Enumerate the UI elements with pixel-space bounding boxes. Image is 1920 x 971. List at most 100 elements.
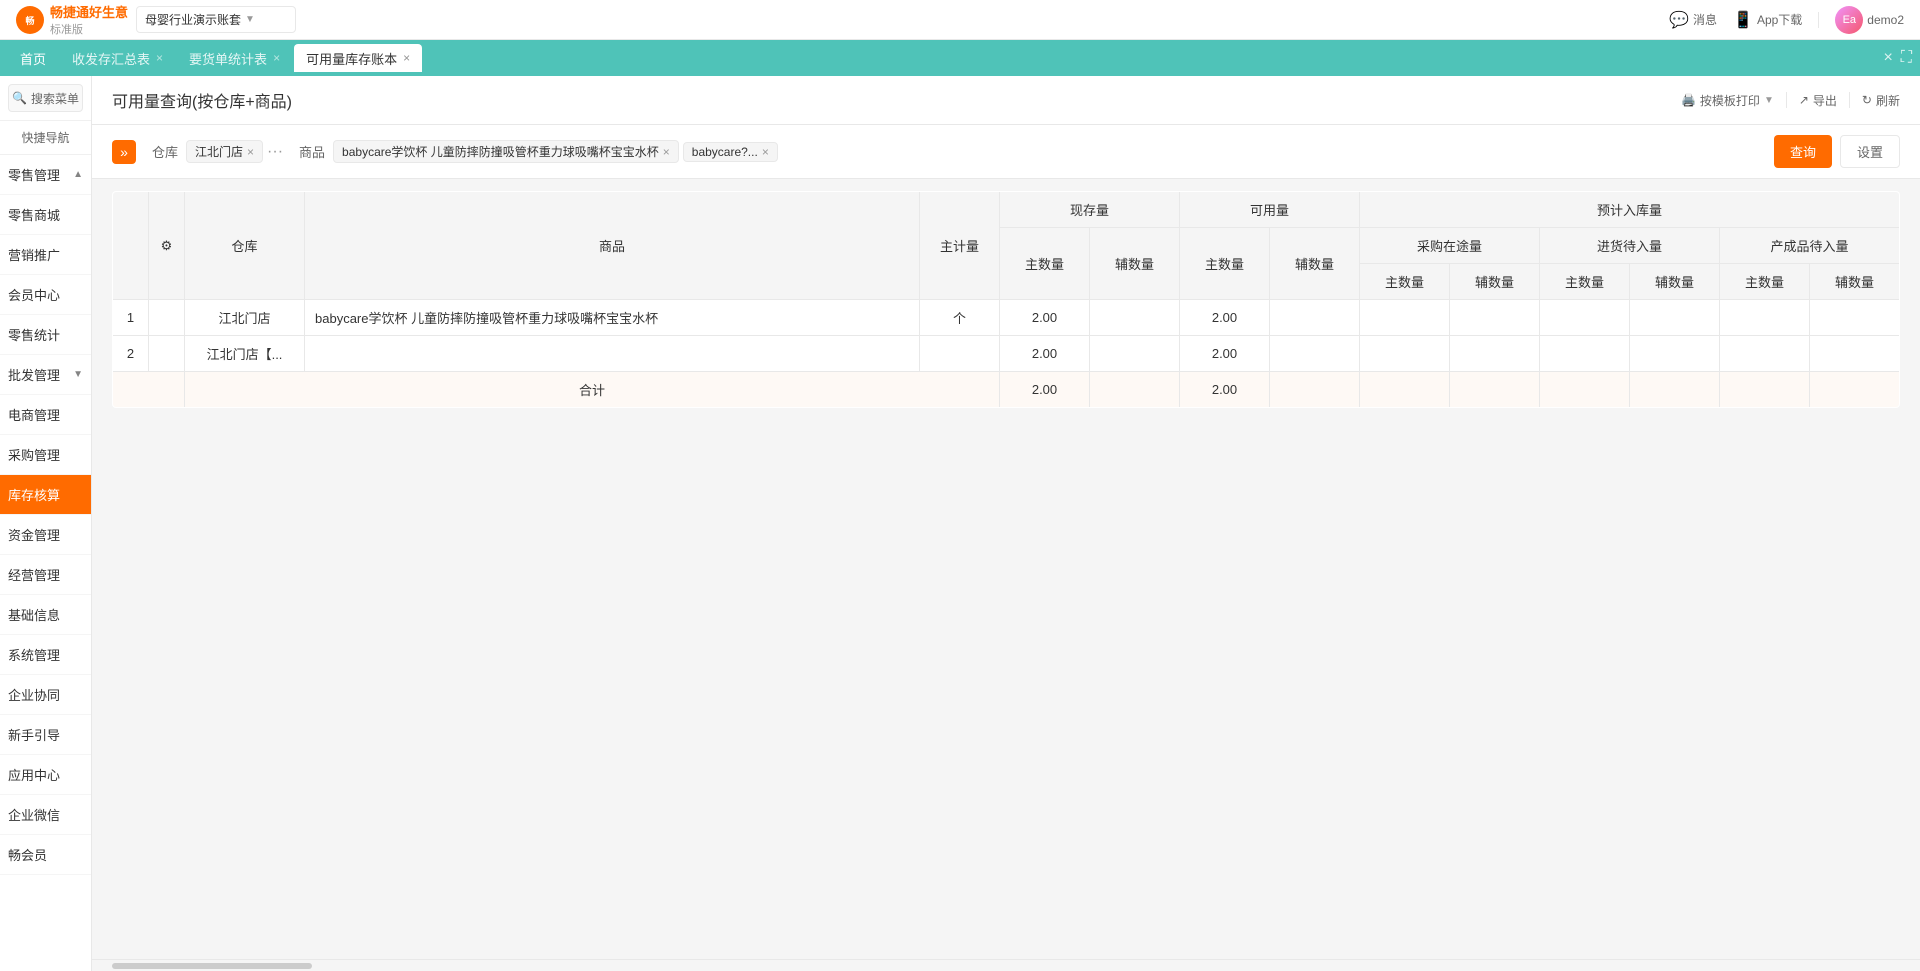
sidebar-item-finance[interactable]: 资金管理 bbox=[0, 515, 91, 555]
cell-cur-aux-2 bbox=[1090, 336, 1180, 372]
sidebar-item-retail-mall[interactable]: 零售商城 bbox=[0, 195, 91, 235]
app-icon: 📱 bbox=[1733, 10, 1753, 30]
tab-available-label: 可用量库存账本 bbox=[306, 49, 397, 68]
sidebar-item-inventory[interactable]: 库存核算 bbox=[0, 475, 91, 515]
sidebar-item-retail-stats[interactable]: 零售统计 bbox=[0, 315, 91, 355]
warehouse-tag-close[interactable]: × bbox=[247, 145, 254, 159]
user-area[interactable]: Ea demo2 bbox=[1835, 6, 1904, 34]
export-label: 导出 bbox=[1813, 92, 1837, 109]
total-avail-main: 2.00 bbox=[1180, 372, 1270, 408]
sidebar-item-app-center[interactable]: 应用中心 bbox=[0, 755, 91, 795]
sidebar-item-member[interactable]: 会员中心 bbox=[0, 275, 91, 315]
cell-warehouse-2: 江北门店【... bbox=[185, 336, 305, 372]
sidebar-item-marketing[interactable]: 营销推广 bbox=[0, 235, 91, 275]
product-tag2[interactable]: babycare?... × bbox=[683, 142, 778, 162]
th-current-stock: 现存量 bbox=[1000, 192, 1180, 228]
close-all-btn[interactable]: × bbox=[1883, 49, 1892, 67]
export-btn[interactable]: ↗ 导出 bbox=[1799, 92, 1837, 109]
user-name: demo2 bbox=[1867, 13, 1904, 27]
th-pt-aux: 辅数量 bbox=[1450, 264, 1540, 300]
sidebar-item-vip[interactable]: 畅会员 bbox=[0, 835, 91, 875]
message-icon: 💬 bbox=[1669, 10, 1689, 30]
sidebar-label-vip: 畅会员 bbox=[8, 845, 47, 864]
th-production-pending: 产成品待入量 bbox=[1720, 228, 1900, 264]
quick-nav-btn[interactable]: 快捷导航 bbox=[0, 121, 91, 155]
sidebar-item-wholesale[interactable]: 批发管理 ▼ bbox=[0, 355, 91, 395]
cell-pp-aux-2 bbox=[1630, 336, 1720, 372]
total-pt-aux bbox=[1450, 372, 1540, 408]
cell-avail-main-2: 2.00 bbox=[1180, 336, 1270, 372]
filter-toggle-btn[interactable]: » bbox=[112, 140, 136, 164]
sidebar-item-purchase[interactable]: 采购管理 bbox=[0, 435, 91, 475]
filter-buttons: 查询 设置 bbox=[1774, 135, 1900, 168]
tab-receipt[interactable]: 收发存汇总表 × bbox=[60, 44, 175, 72]
tab-home[interactable]: 首页 bbox=[8, 44, 58, 72]
query-btn[interactable]: 查询 bbox=[1774, 135, 1832, 168]
product-tag1-close[interactable]: × bbox=[663, 145, 670, 159]
arrow-icon-wholesale: ▼ bbox=[73, 369, 83, 380]
refresh-label: 刷新 bbox=[1876, 92, 1900, 109]
th-prod-aux: 辅数量 bbox=[1810, 264, 1900, 300]
sidebar-label-enterprise: 企业协同 bbox=[8, 685, 60, 704]
print-label: 按模板打印 bbox=[1700, 92, 1760, 109]
sidebar-item-enterprise-wechat[interactable]: 企业微信 bbox=[0, 795, 91, 835]
logo-icon: 畅 bbox=[16, 6, 44, 34]
warehouse-tag[interactable]: 江北门店 × bbox=[186, 140, 263, 163]
tab-order-close[interactable]: × bbox=[273, 51, 280, 65]
total-pp-aux bbox=[1630, 372, 1720, 408]
logo-area: 畅 畅捷通好生意 标准版 bbox=[16, 2, 128, 37]
total-prod-aux bbox=[1810, 372, 1900, 408]
product-tag1[interactable]: babycare学饮杯 儿童防摔防撞吸管杯重力球吸嘴杯宝宝水杯 × bbox=[333, 140, 679, 163]
cell-avail-aux-1 bbox=[1270, 300, 1360, 336]
arrow-icon-zero-retail: ▲ bbox=[73, 169, 83, 180]
total-label: 合计 bbox=[185, 372, 1000, 408]
horizontal-scrollbar[interactable] bbox=[112, 963, 312, 969]
print-icon: 🖨️ bbox=[1681, 93, 1696, 107]
tab-available[interactable]: 可用量库存账本 × bbox=[294, 44, 422, 72]
app-download-btn[interactable]: 📱 App下载 bbox=[1733, 10, 1802, 30]
sidebar-item-operations[interactable]: 经营管理 bbox=[0, 555, 91, 595]
product-tag1-text: babycare学饮杯 儿童防摔防撞吸管杯重力球吸嘴杯宝宝水杯 bbox=[342, 143, 659, 160]
sidebar-item-enterprise[interactable]: 企业协同 bbox=[0, 675, 91, 715]
print-btn[interactable]: 🖨️ 按模板打印 ▼ bbox=[1681, 92, 1774, 109]
sidebar-item-system[interactable]: 系统管理 bbox=[0, 635, 91, 675]
sidebar-label-inventory: 库存核算 bbox=[8, 485, 60, 504]
sidebar-label-ecommerce: 电商管理 bbox=[8, 405, 60, 424]
action-divider2 bbox=[1849, 92, 1850, 108]
tab-home-label: 首页 bbox=[20, 49, 46, 68]
cell-prod-main-2 bbox=[1720, 336, 1810, 372]
product-tag2-close[interactable]: × bbox=[762, 145, 769, 159]
sidebar-label-basic: 基础信息 bbox=[8, 605, 60, 624]
total-avail-aux bbox=[1270, 372, 1360, 408]
th-forecast: 预计入库量 bbox=[1360, 192, 1900, 228]
sidebar-item-ecommerce[interactable]: 电商管理 bbox=[0, 395, 91, 435]
th-unit: 主计量 bbox=[920, 192, 1000, 300]
settings-btn[interactable]: 设置 bbox=[1840, 135, 1900, 168]
logo-text-area: 畅捷通好生意 标准版 bbox=[50, 2, 128, 37]
sidebar-item-new-guide[interactable]: 新手引导 bbox=[0, 715, 91, 755]
message-btn[interactable]: 💬 消息 bbox=[1669, 10, 1717, 30]
tab-available-close[interactable]: × bbox=[403, 51, 410, 65]
industry-selector[interactable]: 母婴行业演示账套 ▼ bbox=[136, 6, 296, 33]
th-available: 可用量 bbox=[1180, 192, 1360, 228]
th-purchase-transit: 采购在途量 bbox=[1360, 228, 1540, 264]
refresh-btn[interactable]: ↻ 刷新 bbox=[1862, 92, 1900, 109]
refresh-icon: ↻ bbox=[1862, 93, 1872, 107]
th-settings[interactable]: ⚙ bbox=[149, 192, 185, 300]
tab-receipt-close[interactable]: × bbox=[156, 51, 163, 65]
sidebar-item-basic[interactable]: 基础信息 bbox=[0, 595, 91, 635]
search-menu-btn[interactable]: 🔍 搜索菜单 bbox=[8, 84, 83, 112]
page-header-actions: 🖨️ 按模板打印 ▼ ↗ 导出 ↻ 刷新 bbox=[1681, 92, 1900, 121]
total-cur-aux bbox=[1090, 372, 1180, 408]
sidebar-item-zero-retail[interactable]: 零售管理 ▲ bbox=[0, 155, 91, 195]
maximize-btn[interactable]: ⛶ bbox=[1901, 49, 1912, 67]
product-tags: babycare学饮杯 儿童防摔防撞吸管杯重力球吸嘴杯宝宝水杯 × babyca… bbox=[333, 140, 778, 163]
dropdown-icon: ▼ bbox=[245, 14, 255, 25]
th-pt-main: 主数量 bbox=[1360, 264, 1450, 300]
table-container: ⚙ 仓库 商品 主计量 现存量 可用量 预计入库量 主数量 辅数量 bbox=[92, 179, 1920, 959]
tab-order[interactable]: 要货单统计表 × bbox=[177, 44, 292, 72]
sidebar-label-retail-stats: 零售统计 bbox=[8, 325, 60, 344]
data-table: ⚙ 仓库 商品 主计量 现存量 可用量 预计入库量 主数量 辅数量 bbox=[112, 191, 1900, 408]
header-left: 畅 畅捷通好生意 标准版 母婴行业演示账套 ▼ bbox=[16, 2, 296, 37]
warehouse-more-btn[interactable]: ··· bbox=[267, 143, 283, 161]
